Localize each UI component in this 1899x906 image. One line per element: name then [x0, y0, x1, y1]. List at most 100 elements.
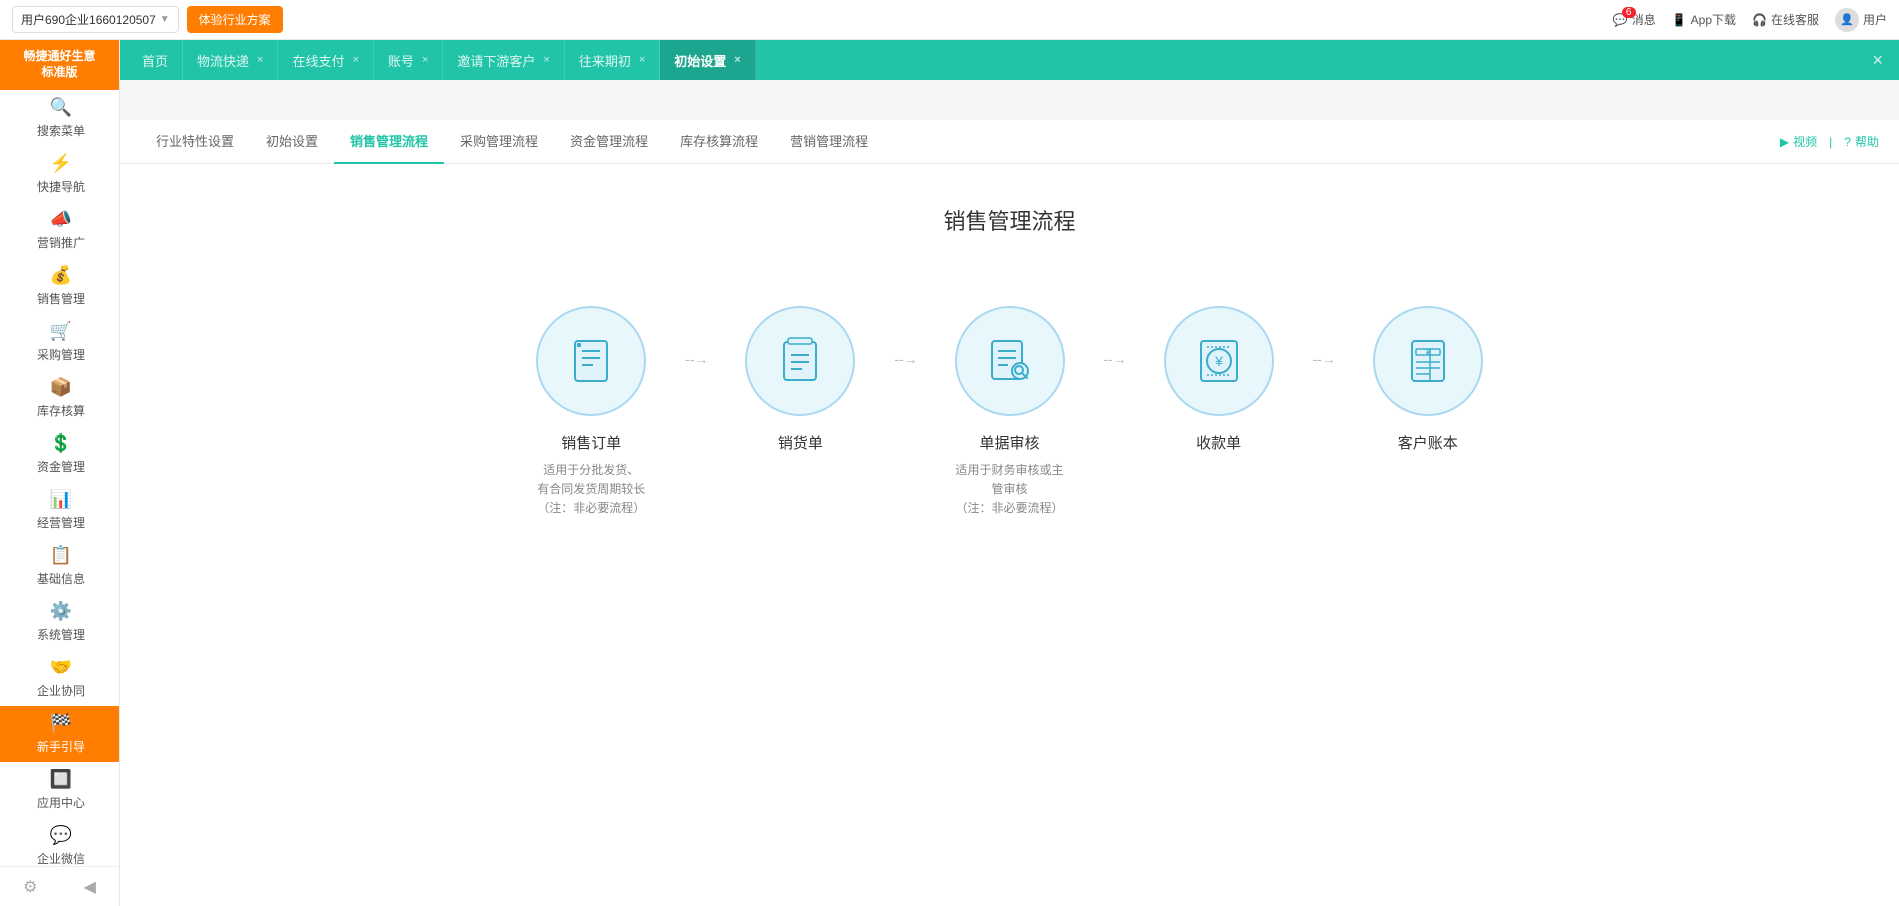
nav-tab-init-settings[interactable]: 初始设置 × [660, 40, 755, 80]
message-item[interactable]: 💬 6 消息 [1613, 11, 1656, 28]
logo-line2: 标准版 [41, 65, 77, 81]
sidebar-item-purchase[interactable]: 🛒 采购管理 [0, 314, 119, 370]
sidebar-item-label: 系统管理 [37, 626, 85, 643]
step-desc-audit: 适用于财务审核或主管审核（注：非必要流程） [955, 461, 1063, 519]
sidebar-item-marketing-promo[interactable]: 📣 营销推广 [0, 202, 119, 258]
nav-tab-payment[interactable]: 在线支付 × [278, 40, 373, 80]
sub-tabs-actions: ▶ 视频 | ? 帮助 [1780, 133, 1879, 150]
wechat-icon: 💬 [50, 825, 72, 846]
arrow-icon: - - → [1104, 351, 1125, 367]
sub-tab-inventory-flow[interactable]: 库存核算流程 [664, 120, 774, 164]
sidebar-item-operations[interactable]: 📊 经营管理 [0, 482, 119, 538]
arrow-icon: - - → [1313, 351, 1334, 367]
search-icon: 🔍 [50, 97, 72, 118]
flow-arrow-4: - - → [1309, 351, 1338, 367]
online-service-item[interactable]: 🎧 在线客服 [1752, 11, 1819, 28]
flow-circle-receipt: ¥ [1164, 306, 1274, 416]
newbie-icon: 🏁 [50, 713, 72, 734]
step-name-audit: 单据审核 [979, 432, 1039, 453]
sub-tab-industry[interactable]: 行业特性设置 [140, 120, 250, 164]
sidebar-item-base-info[interactable]: 📋 基础信息 [0, 538, 119, 594]
flow-step-ledger[interactable]: ¥ 客户账本 [1338, 306, 1518, 461]
sidebar-item-label: 基础信息 [37, 570, 85, 587]
close-icon[interactable]: × [257, 54, 263, 66]
settings-icon[interactable]: ⚙ [23, 877, 37, 897]
ledger-icon: ¥ [1402, 335, 1454, 387]
video-link[interactable]: ▶ 视频 [1780, 133, 1817, 150]
nav-tab-logistics-label: 物流快递 [197, 51, 249, 70]
close-icon[interactable]: × [734, 54, 740, 66]
nav-tab-invite[interactable]: 邀请下游客户 × [443, 40, 564, 80]
sidebar-item-label: 采购管理 [37, 346, 85, 363]
flow-arrow-3: - - → [1100, 351, 1129, 367]
close-icon[interactable]: × [352, 54, 358, 66]
sidebar-item-finance[interactable]: 💲 资金管理 [0, 426, 119, 482]
sidebar-item-newbie[interactable]: 🏁 新手引导 [0, 706, 119, 762]
question-icon: ? [1844, 135, 1851, 149]
logo-line1: 畅捷通好生意 [23, 49, 95, 65]
sidebar-item-inventory[interactable]: 📦 库存核算 [0, 370, 119, 426]
sub-tab-purchase-flow[interactable]: 采购管理流程 [444, 120, 554, 164]
sub-tab-sales-flow[interactable]: 销售管理流程 [334, 120, 444, 164]
message-badge-wrap: 💬 6 [1613, 13, 1628, 27]
headset-icon: 🎧 [1752, 13, 1767, 27]
flow-circle-audit [955, 306, 1065, 416]
page-body: 销售管理流程 销售订单 适用于分批发货、有合同 [120, 164, 1899, 579]
nav-tabs: 首页 物流快递 × 在线支付 × 账号 × 邀请下游客户 × 往来期初 × 初始… [120, 40, 1899, 80]
top-bar: 用户690企业1660120507 ▼ 体验行业方案 💬 6 消息 📱 App下… [0, 0, 1899, 40]
sidebar-item-wechat[interactable]: 💬 企业微信 [0, 818, 119, 866]
nav-tab-period-init[interactable]: 往来期初 × [565, 40, 660, 80]
sidebar-item-app-center[interactable]: 🔲 应用中心 [0, 762, 119, 818]
sub-tab-industry-label: 行业特性设置 [156, 134, 234, 149]
nav-tab-period-init-label: 往来期初 [579, 51, 631, 70]
sidebar-item-quick-nav[interactable]: ⚡ 快捷导航 [0, 146, 119, 202]
sidebar-item-search[interactable]: 🔍 搜索菜单 [0, 90, 119, 146]
collab-icon: 🤝 [50, 657, 72, 678]
arrow-icon: - - → [685, 351, 706, 367]
chevron-down-icon: ▼ [160, 14, 170, 25]
flow-step-audit[interactable]: 单据审核 适用于财务审核或主管审核（注：非必要流程） [920, 306, 1100, 519]
sidebar-item-label: 应用中心 [37, 794, 85, 811]
sidebar-item-collab[interactable]: 🤝 企业协同 [0, 650, 119, 706]
flow-step-delivery[interactable]: 销货单 [710, 306, 890, 461]
message-badge: 6 [1622, 7, 1636, 18]
close-icon[interactable]: × [543, 54, 549, 66]
flow-circle-sales-order [536, 306, 646, 416]
help-link[interactable]: ? 帮助 [1844, 133, 1879, 150]
flow-circle-delivery [745, 306, 855, 416]
nav-tab-logistics[interactable]: 物流快递 × [183, 40, 278, 80]
sidebar-bottom: ⚙ ◀ [0, 866, 119, 906]
sub-tab-marketing-flow[interactable]: 营销管理流程 [774, 120, 884, 164]
flow-step-receipt[interactable]: ¥ 收款单 [1129, 306, 1309, 461]
close-all-tabs-icon[interactable]: × [1864, 50, 1891, 71]
sidebar-item-label: 快捷导航 [37, 178, 85, 195]
close-icon[interactable]: × [639, 54, 645, 66]
top-bar-right: 💬 6 消息 📱 App下载 🎧 在线客服 👤 用户 [1613, 8, 1887, 32]
nav-tab-home[interactable]: 首页 [128, 40, 183, 80]
online-service-label: 在线客服 [1771, 11, 1819, 28]
sub-tab-init[interactable]: 初始设置 [250, 120, 334, 164]
sub-tab-finance-flow[interactable]: 资金管理流程 [554, 120, 664, 164]
user-profile-item[interactable]: 👤 用户 [1835, 8, 1887, 32]
nav-tab-account[interactable]: 账号 × [374, 40, 443, 80]
app-download-item[interactable]: 📱 App下载 [1672, 11, 1736, 28]
flow-arrow-1: - - → [681, 351, 710, 367]
user-selector[interactable]: 用户690企业1660120507 ▼ [12, 6, 179, 33]
clipboard-check-icon [774, 335, 826, 387]
trial-button[interactable]: 体验行业方案 [187, 6, 283, 33]
money-circle-icon: ¥ [1193, 335, 1245, 387]
system-icon: ⚙️ [50, 601, 72, 622]
collapse-icon[interactable]: ◀ [84, 877, 96, 897]
sidebar-nav: 🔍 搜索菜单 ⚡ 快捷导航 📣 营销推广 💰 销售管理 🛒 采购管理 📦 [0, 90, 119, 866]
close-icon[interactable]: × [422, 54, 428, 66]
nav-tab-invite-label: 邀请下游客户 [457, 51, 535, 70]
flow-circle-ledger: ¥ [1373, 306, 1483, 416]
sidebar-item-system[interactable]: ⚙️ 系统管理 [0, 594, 119, 650]
sidebar-item-sales[interactable]: 💰 销售管理 [0, 258, 119, 314]
inventory-icon: 📦 [50, 377, 72, 398]
base-info-icon: 📋 [50, 545, 72, 566]
sales-icon: 💰 [50, 265, 72, 286]
flow-step-sales-order[interactable]: 销售订单 适用于分批发货、有合同发货周期较长（注：非必要流程） [501, 306, 681, 519]
sidebar-item-label: 资金管理 [37, 458, 85, 475]
sidebar-item-label: 搜索菜单 [37, 122, 85, 139]
